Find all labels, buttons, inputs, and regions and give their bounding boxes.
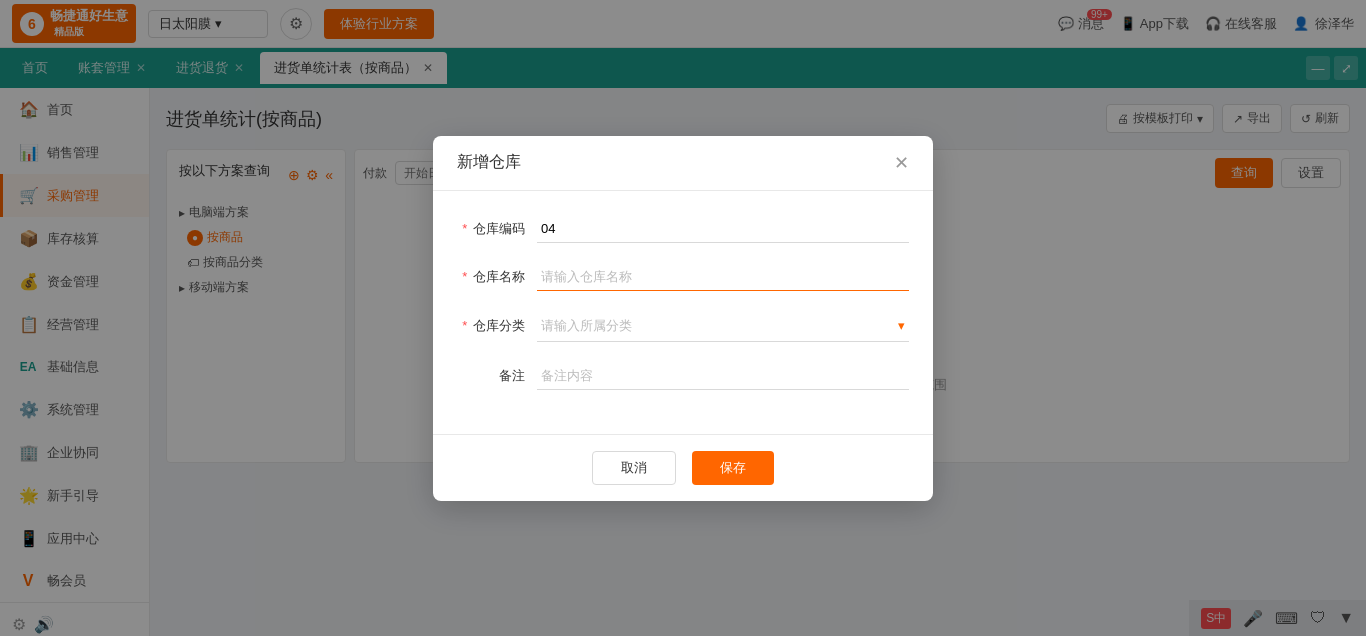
modal-overlay: 新增仓库 ✕ * 仓库编码 * 仓库名称 — [0, 0, 1366, 636]
save-button[interactable]: 保存 — [692, 451, 774, 485]
warehouse-name-input[interactable] — [537, 263, 909, 291]
modal-close-button[interactable]: ✕ — [894, 152, 909, 174]
modal-title: 新增仓库 — [457, 152, 521, 173]
modal-body: * 仓库编码 * 仓库名称 * 仓库分类 请输入 — [433, 191, 933, 434]
modal-header: 新增仓库 ✕ — [433, 136, 933, 191]
warehouse-code-label: * 仓库编码 — [457, 220, 537, 238]
warehouse-code-row: * 仓库编码 — [457, 215, 909, 243]
warehouse-category-label: * 仓库分类 — [457, 317, 537, 335]
warehouse-name-row: * 仓库名称 — [457, 263, 909, 291]
warehouse-category-select[interactable]: 请输入所属分类 ▾ — [537, 311, 909, 342]
warehouse-note-input[interactable] — [537, 362, 909, 390]
warehouse-name-label: * 仓库名称 — [457, 268, 537, 286]
warehouse-code-input[interactable] — [537, 215, 909, 243]
warehouse-note-row: 备注 — [457, 362, 909, 390]
warehouse-category-row: * 仓库分类 请输入所属分类 ▾ — [457, 311, 909, 342]
modal-footer: 取消 保存 — [433, 434, 933, 501]
warehouse-note-label: 备注 — [457, 367, 537, 385]
cancel-button[interactable]: 取消 — [592, 451, 676, 485]
add-warehouse-modal: 新增仓库 ✕ * 仓库编码 * 仓库名称 — [433, 136, 933, 501]
category-chevron-icon: ▾ — [898, 318, 905, 333]
